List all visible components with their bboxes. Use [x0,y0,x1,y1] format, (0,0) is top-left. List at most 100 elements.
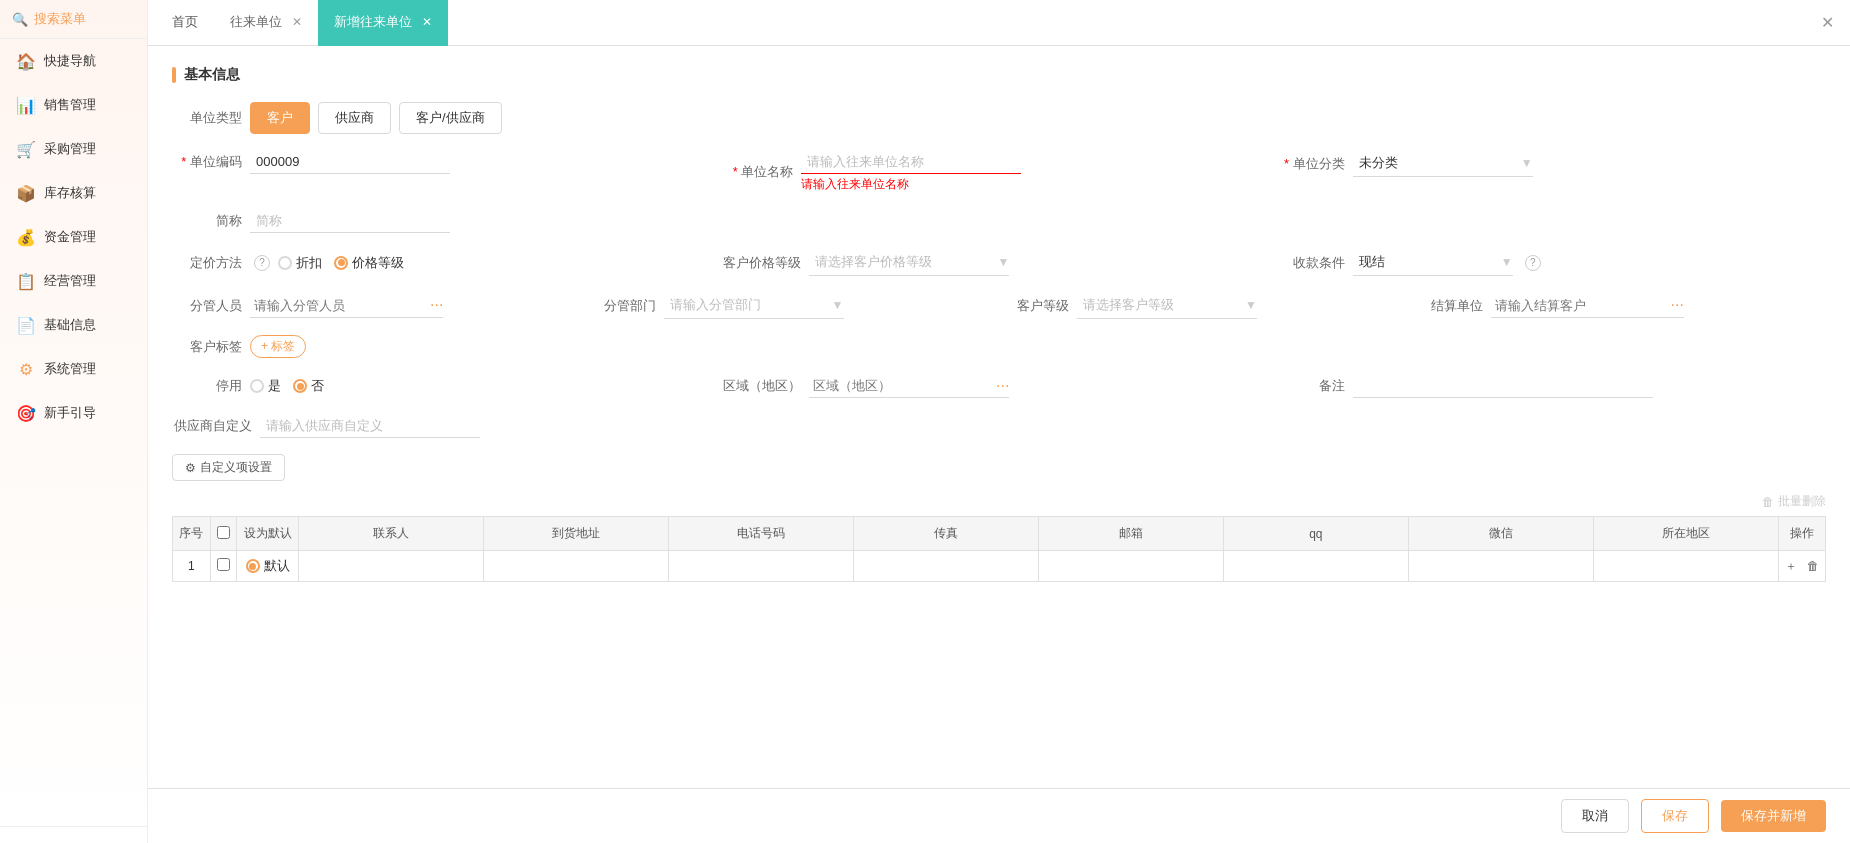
row-address-input[interactable] [490,559,662,574]
tab-partners[interactable]: 往来单位✕ [214,0,318,46]
unit-category-arrow: ▼ [1521,156,1533,170]
customer-level-placeholder: 请选择客户等级 [1077,292,1241,318]
sidebar-item-basic-info[interactable]: 📄 基础信息 [0,303,147,347]
pricing-method-group: 定价方法 ? 折扣 价格等级 [172,254,723,272]
customer-price-level-select[interactable]: 请选择客户价格等级 ▼ [809,249,1009,276]
sidebar-item-finance[interactable]: 💰 资金管理 [0,215,147,259]
short-name-row: 简称 [172,209,1826,233]
unit-code-input[interactable] [250,150,450,174]
row-phone-input[interactable] [675,559,847,574]
customer-level-select[interactable]: 请选择客户等级 ▼ [1077,292,1257,319]
sidebar-item-purchase[interactable]: 🛒 采购管理 [0,127,147,171]
td-wechat[interactable] [1408,551,1593,582]
td-check[interactable] [210,551,236,582]
unit-name-input[interactable] [801,150,1021,174]
td-region[interactable] [1593,551,1778,582]
supplier-custom-group: 供应商自定义 [172,414,1826,438]
batch-delete-label: 批量删除 [1778,493,1826,510]
remark-group: 备注 [1275,374,1826,398]
row-qq-input[interactable] [1230,559,1402,574]
sidebar-bottom [0,826,147,843]
quick-nav-icon: 🏠 [16,51,36,71]
row-delete-icon[interactable]: 🗑 [1807,559,1819,573]
row-wechat-input[interactable] [1415,559,1587,574]
sidebar-item-quick-nav[interactable]: 🏠 快捷导航 [0,39,147,83]
tab-close-new-partner[interactable]: ✕ [422,15,432,29]
unit-category-select[interactable]: 未分类 ▼ [1353,150,1533,177]
settlement-more-dots[interactable]: ··· [1671,296,1684,314]
th-fax: 传真 [853,517,1038,551]
custom-settings-label: 自定义项设置 [200,459,272,476]
unit-type-both[interactable]: 客户/供应商 [399,102,502,134]
manager-input[interactable] [250,294,426,317]
td-phone[interactable] [668,551,853,582]
radio-price-level-circle [334,256,348,270]
region-more-dots[interactable]: ··· [996,377,1009,395]
sidebar-item-inventory[interactable]: 📦 库存核算 [0,171,147,215]
unit-type-supplier[interactable]: 供应商 [318,102,391,134]
sidebar-item-label: 快捷导航 [44,52,96,70]
region-input[interactable] [809,374,992,397]
unit-type-customer[interactable]: 客户 [250,102,310,134]
sidebar-item-label: 库存核算 [44,184,96,202]
sidebar-item-operations[interactable]: 📋 经营管理 [0,259,147,303]
manager-label: 分管人员 [172,297,242,315]
add-tag-button[interactable]: + 标签 [250,335,306,358]
tab-close-partners[interactable]: ✕ [292,15,302,29]
row-fax-input[interactable] [860,559,1032,574]
row-checkbox[interactable] [217,558,230,571]
payment-terms-label: 收款条件 [1275,254,1345,272]
save-add-button[interactable]: 保存并新增 [1721,800,1826,832]
pricing-info-icon[interactable]: ? [254,255,270,271]
cancel-button[interactable]: 取消 [1561,799,1629,833]
radio-no-circle [293,379,307,393]
tab-home[interactable]: 首页 [156,0,214,46]
settlement-group: 结算单位 ··· [1413,294,1827,318]
td-fax[interactable] [853,551,1038,582]
settlement-input[interactable] [1491,294,1667,317]
td-address[interactable] [483,551,668,582]
short-name-input[interactable] [250,209,450,233]
unit-category-value: 未分类 [1353,150,1517,176]
sidebar-search[interactable]: 🔍 搜索菜单 [0,0,147,39]
sidebar-item-new-guide[interactable]: 🎯 新手引导 [0,391,147,435]
custom-settings-button[interactable]: ⚙ 自定义项设置 [172,454,285,481]
unit-category-group: 单位分类 未分类 ▼ [1275,150,1826,177]
remark-label: 备注 [1275,377,1345,395]
radio-no-label: 否 [311,377,324,395]
row-default-radio[interactable]: 默认 [243,557,292,575]
radio-price-level[interactable]: 价格等级 [334,254,404,272]
tab-bar-close[interactable]: ✕ [1813,13,1842,32]
tab-new-partner[interactable]: 新增往来单位✕ [318,0,448,46]
td-contact[interactable] [299,551,484,582]
sidebar-item-sales[interactable]: 📊 销售管理 [0,83,147,127]
radio-discount[interactable]: 折扣 [278,254,322,272]
td-email[interactable] [1038,551,1223,582]
th-seq: 序号 [173,517,211,551]
row-contact-input[interactable] [305,559,477,574]
th-contact: 联系人 [299,517,484,551]
remark-input[interactable] [1353,374,1653,397]
row-region-input[interactable] [1600,559,1772,574]
supplier-custom-input[interactable] [260,414,480,438]
basic-info-icon: 📄 [16,315,36,335]
sidebar-item-label: 资金管理 [44,228,96,246]
customer-price-level-arrow: ▼ [997,255,1009,269]
payment-terms-select[interactable]: 现结 ▼ [1353,249,1513,276]
row-email-input[interactable] [1045,559,1217,574]
payment-terms-info[interactable]: ? [1525,255,1541,271]
radio-no[interactable]: 否 [293,377,324,395]
manager-dept-row: 分管人员 ··· 分管部门 请输入分管部门 ▼ 客户等级 请选择客户等级 ▼ [172,292,1826,319]
save-button[interactable]: 保存 [1641,799,1709,833]
finance-icon: 💰 [16,227,36,247]
td-qq[interactable] [1223,551,1408,582]
radio-price-level-label: 价格等级 [352,254,404,272]
department-select[interactable]: 请输入分管部门 ▼ [664,292,844,319]
sidebar-item-system[interactable]: ⚙ 系统管理 [0,347,147,391]
unit-category-label: 单位分类 [1275,155,1345,173]
th-checkbox[interactable] [217,526,230,539]
manager-more-dots[interactable]: ··· [430,296,443,314]
td-row-actions: ＋ 🗑 [1778,551,1825,582]
row-add-icon[interactable]: ＋ [1785,559,1797,573]
radio-yes[interactable]: 是 [250,377,281,395]
